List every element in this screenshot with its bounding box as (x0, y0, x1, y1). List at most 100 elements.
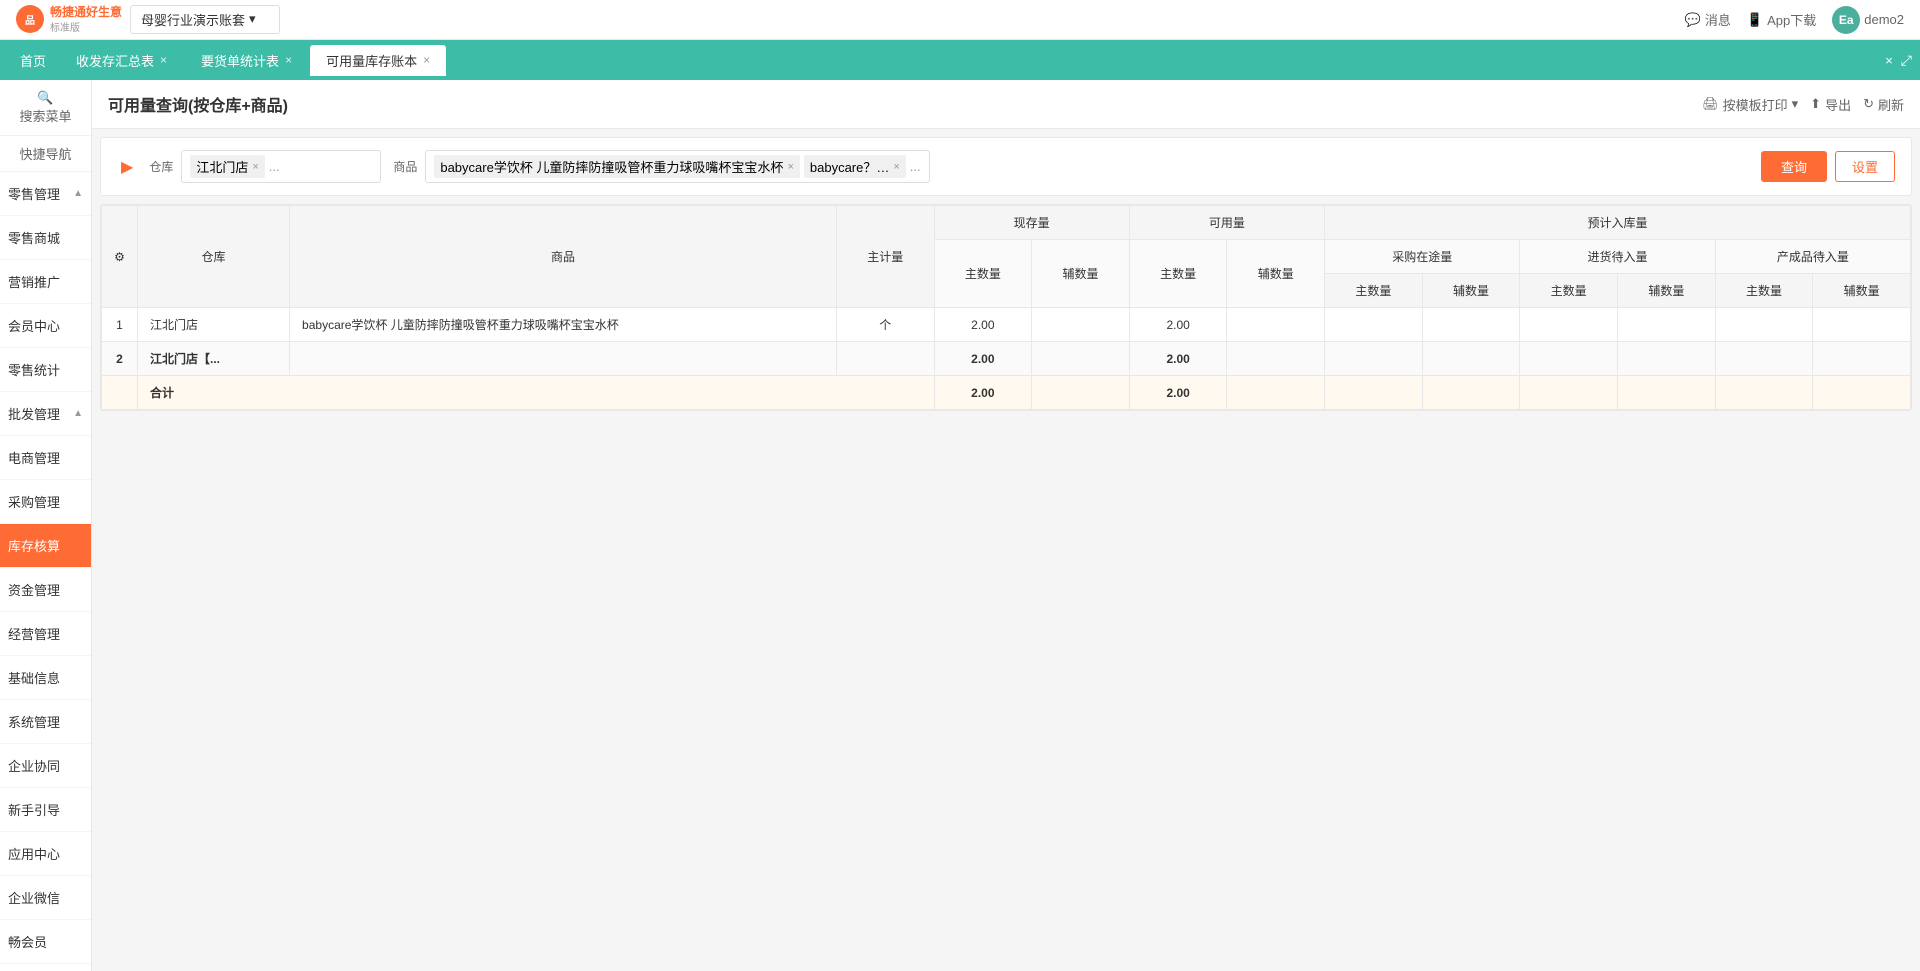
sidebar-label: 采购管理 (8, 492, 60, 511)
total-incoming-main (1520, 376, 1618, 410)
purchase-transit-header: 采购在途量 (1325, 240, 1520, 274)
table-row: 2 江北门店【... 2.00 2.00 (102, 342, 1911, 376)
total-incoming-aux (1618, 376, 1716, 410)
message-label: 消息 (1705, 10, 1731, 29)
sidebar-item-经营管理[interactable]: 经营管理 (0, 612, 91, 656)
sidebar-label: 营销推广 (8, 272, 60, 291)
unit-cell (836, 342, 934, 376)
header-row-1: ⚙ 仓库 商品 主计量 现存量 可用量 预计入库量 (102, 206, 1911, 240)
settings-header[interactable]: ⚙ (102, 206, 138, 308)
brand-info: 畅捷通好生意 标准版 (50, 5, 122, 34)
tab-close-icon[interactable]: × (285, 53, 292, 67)
header-right: 💬 消息 📱 App下载 Ea demo2 (1685, 6, 1904, 34)
sidebar-item-资金管理[interactable]: 资金管理 (0, 568, 91, 612)
sidebar-item-基础信息[interactable]: 基础信息 (0, 656, 91, 700)
product-more-icon[interactable]: ... (910, 159, 921, 174)
unit-cell: 个 (836, 308, 934, 342)
sidebar-label: 经营管理 (8, 624, 60, 643)
sidebar-item-企业微信[interactable]: 企业微信 (0, 876, 91, 920)
sidebar-item-企业协同[interactable]: 企业协同 (0, 744, 91, 788)
product-filter-label: 商品 (393, 158, 417, 175)
industry-selector[interactable]: 母婴行业演示账套 ▾ (130, 5, 280, 34)
warehouse-tag: 江北门店 × (190, 155, 264, 178)
product-tag-1-close[interactable]: × (787, 161, 793, 173)
sidebar-item-会员中心[interactable]: 会员中心 (0, 304, 91, 348)
sidebar-label: 会员中心 (8, 316, 60, 335)
chevron-icon: ▲ (73, 188, 83, 199)
tab-close-active-icon[interactable]: × (423, 53, 430, 67)
tab-要货单统计表[interactable]: 要货单统计表 × (185, 45, 308, 76)
product-cell (290, 342, 837, 376)
stock-aux-cell (1032, 308, 1130, 342)
search-label: 搜索菜单 (8, 106, 83, 125)
production-main-header: 主数量 (1715, 274, 1813, 308)
sidebar-label: 基础信息 (8, 668, 60, 687)
close-all-button[interactable]: × (1885, 53, 1893, 68)
industry-label: 母婴行业演示账套 (141, 10, 245, 29)
incoming-aux-cell (1618, 308, 1716, 342)
purchase-main-cell (1325, 342, 1423, 376)
sidebar-item-系统管理[interactable]: 系统管理 (0, 700, 91, 744)
sidebar-label: 企业微信 (8, 888, 60, 907)
avail-main-header: 主数量 (1129, 240, 1227, 308)
sidebar-label: 库存核算 (8, 536, 60, 555)
sidebar-item-零售统计[interactable]: 零售统计 (0, 348, 91, 392)
refresh-button[interactable]: ↻ 刷新 (1863, 95, 1904, 114)
warehouse-filter-label: 仓库 (149, 158, 173, 175)
sidebar-item-库存核算[interactable]: 库存核算 (0, 524, 91, 568)
user-profile[interactable]: Ea demo2 (1832, 6, 1904, 34)
industry-chevron: ▾ (249, 11, 256, 27)
message-button[interactable]: 💬 消息 (1685, 10, 1731, 29)
brand-logo: 品 畅捷通好生意 标准版 (16, 5, 122, 34)
sidebar-item-批发管理[interactable]: 批发管理 ▲ (0, 392, 91, 436)
product-filter: 商品 babycare学饮杯 儿童防摔防撞吸管杯重力球吸嘴杯宝宝水杯 × bab… (393, 150, 929, 183)
tab-home[interactable]: 首页 (8, 45, 58, 76)
sidebar-search[interactable]: 🔍 搜索菜单 (0, 80, 91, 136)
tab-收发存汇总表[interactable]: 收发存汇总表 × (60, 45, 183, 76)
sidebar-item-零售商城[interactable]: 零售商城 (0, 216, 91, 260)
warehouse-input[interactable]: 江北门店 × ... (181, 150, 381, 183)
product-tag-2: babycare？… × (804, 155, 906, 178)
query-button[interactable]: 查询 (1761, 151, 1827, 182)
total-avail-main: 2.00 (1129, 376, 1227, 410)
warehouse-filter: 仓库 江北门店 × ... (149, 150, 381, 183)
sidebar-quick-nav[interactable]: 快捷导航 (0, 136, 91, 172)
production-main-cell (1715, 342, 1813, 376)
table-footer: 合计 2.00 2.00 (102, 376, 1911, 410)
sidebar-item-应用中心[interactable]: 应用中心 (0, 832, 91, 876)
avail-aux-header: 辅数量 (1227, 240, 1325, 308)
template-print-label: 按模板打印 (1723, 95, 1788, 114)
product-input[interactable]: babycare学饮杯 儿童防摔防撞吸管杯重力球吸嘴杯宝宝水杯 × babyca… (425, 150, 929, 183)
product-tag-1: babycare学饮杯 儿童防摔防撞吸管杯重力球吸嘴杯宝宝水杯 × (434, 155, 800, 178)
brand-name: 畅捷通好生意 (50, 5, 122, 19)
current-stock-header: 现存量 (934, 206, 1129, 240)
purchase-aux-cell (1422, 342, 1520, 376)
setting-button[interactable]: 设置 (1835, 151, 1895, 182)
sidebar-item-零售管理[interactable]: 零售管理 ▲ (0, 172, 91, 216)
sidebar-item-采购管理[interactable]: 采购管理 (0, 480, 91, 524)
total-production-aux (1813, 376, 1911, 410)
filter-expand-button[interactable]: ▶ (117, 153, 137, 181)
maximize-button[interactable]: ⤢ (1901, 52, 1912, 69)
tab-close-icon[interactable]: × (160, 53, 167, 67)
warehouse-more-icon[interactable]: ... (269, 159, 280, 174)
tab-可用量库存账本[interactable]: 可用量库存账本 × (310, 45, 446, 76)
total-spacer (102, 376, 138, 410)
stock-aux-cell (1032, 342, 1130, 376)
export-label: 导出 (1825, 95, 1851, 114)
warehouse-tag-label: 江北门店 (196, 157, 248, 176)
export-button[interactable]: ⬆ 导出 (1810, 95, 1851, 114)
app-download-button[interactable]: 📱 App下载 (1747, 10, 1816, 29)
refresh-icon: ↻ (1863, 96, 1874, 112)
sidebar-item-畅会员[interactable]: 畅会员 (0, 920, 91, 964)
sidebar: 🔍 搜索菜单 快捷导航 零售管理 ▲ 零售商城 营销推广 会员中心 零售统计 批… (0, 80, 92, 971)
top-header: 品 畅捷通好生意 标准版 母婴行业演示账套 ▾ 💬 消息 📱 App下载 Ea … (0, 0, 1920, 40)
template-print-button[interactable]: 🖨 按模板打印 ▾ (1702, 95, 1798, 114)
sidebar-item-电商管理[interactable]: 电商管理 (0, 436, 91, 480)
sidebar-item-新手引导[interactable]: 新手引导 (0, 788, 91, 832)
incoming-main-cell (1520, 342, 1618, 376)
sidebar-item-营销推广[interactable]: 营销推广 (0, 260, 91, 304)
incoming-main-cell (1520, 308, 1618, 342)
warehouse-tag-close[interactable]: × (252, 161, 258, 173)
product-tag-2-close[interactable]: × (893, 161, 899, 173)
